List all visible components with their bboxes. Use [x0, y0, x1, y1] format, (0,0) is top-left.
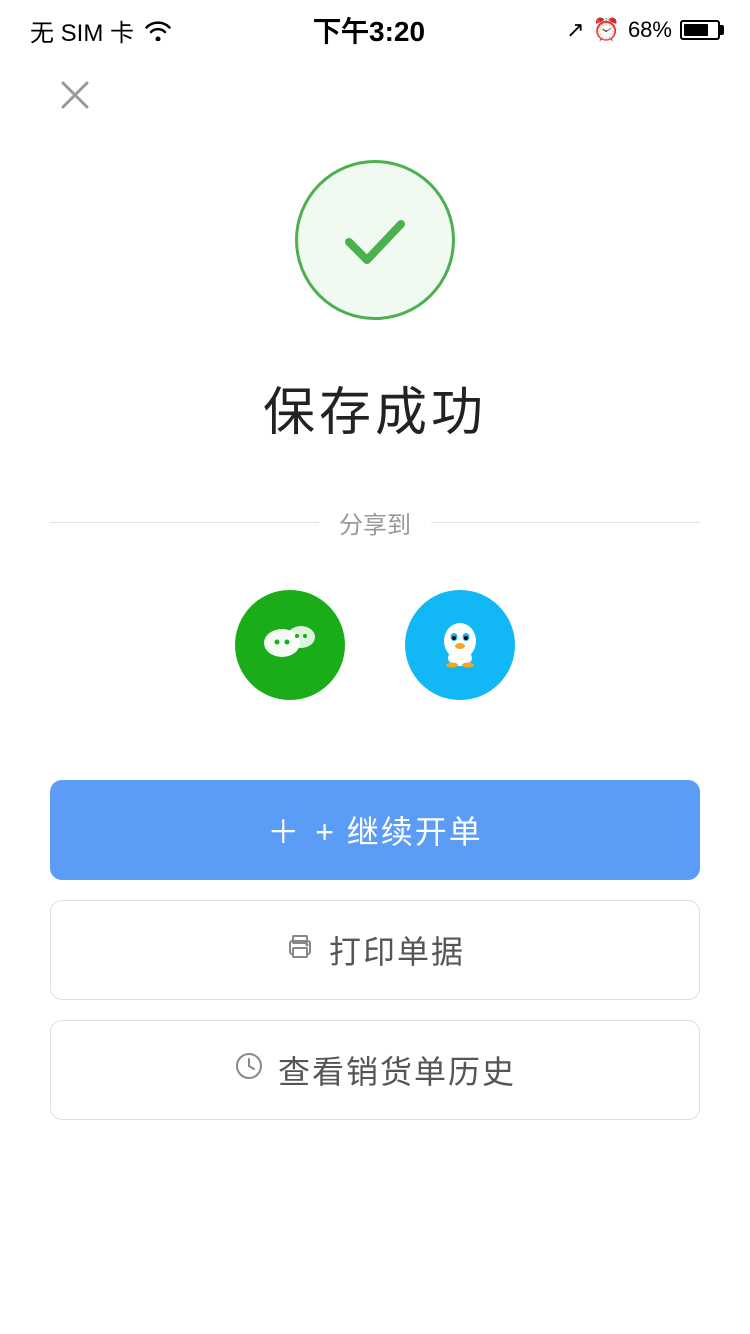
main-content: 保存成功 分享到 — [0, 60, 750, 1120]
printer-icon — [285, 931, 315, 969]
sim-label: 无 SIM 卡 — [30, 13, 134, 48]
plus-icon: ＋ — [267, 807, 301, 853]
battery-icon — [680, 20, 720, 40]
share-label: 分享到 — [339, 505, 411, 540]
share-icons — [235, 590, 515, 700]
continue-button[interactable]: ＋ + 继续开单 — [50, 780, 700, 880]
success-title: 保存成功 — [263, 370, 487, 445]
alarm-icon: ⏰ — [593, 17, 620, 43]
continue-label: + 继续开单 — [315, 807, 483, 853]
status-left: 无 SIM 卡 — [30, 13, 172, 48]
qq-share-button[interactable] — [405, 590, 515, 700]
share-divider: 分享到 — [50, 505, 700, 540]
history-button[interactable]: 查看销货单历史 — [50, 1020, 700, 1120]
history-label: 查看销货单历史 — [278, 1047, 516, 1093]
battery-percent: 68% — [628, 17, 672, 43]
location-icon: ↗ — [566, 17, 584, 43]
print-button[interactable]: 打印单据 — [50, 900, 700, 1000]
divider-right — [431, 522, 700, 523]
wifi-icon — [144, 19, 172, 41]
divider-left — [50, 522, 319, 523]
status-bar: 无 SIM 卡 下午3:20 ↗ ⏰ 68% — [0, 0, 750, 60]
status-right: ↗ ⏰ 68% — [566, 17, 720, 43]
checkmark-icon — [335, 200, 415, 280]
print-label: 打印单据 — [329, 927, 465, 973]
close-button[interactable] — [50, 70, 100, 120]
action-buttons: ＋ + 继续开单 打印单据 查看销货单历史 — [50, 780, 700, 1120]
success-circle — [295, 160, 455, 320]
wechat-share-button[interactable] — [235, 590, 345, 700]
clock-icon — [234, 1051, 264, 1089]
time-display: 下午3:20 — [313, 10, 425, 50]
